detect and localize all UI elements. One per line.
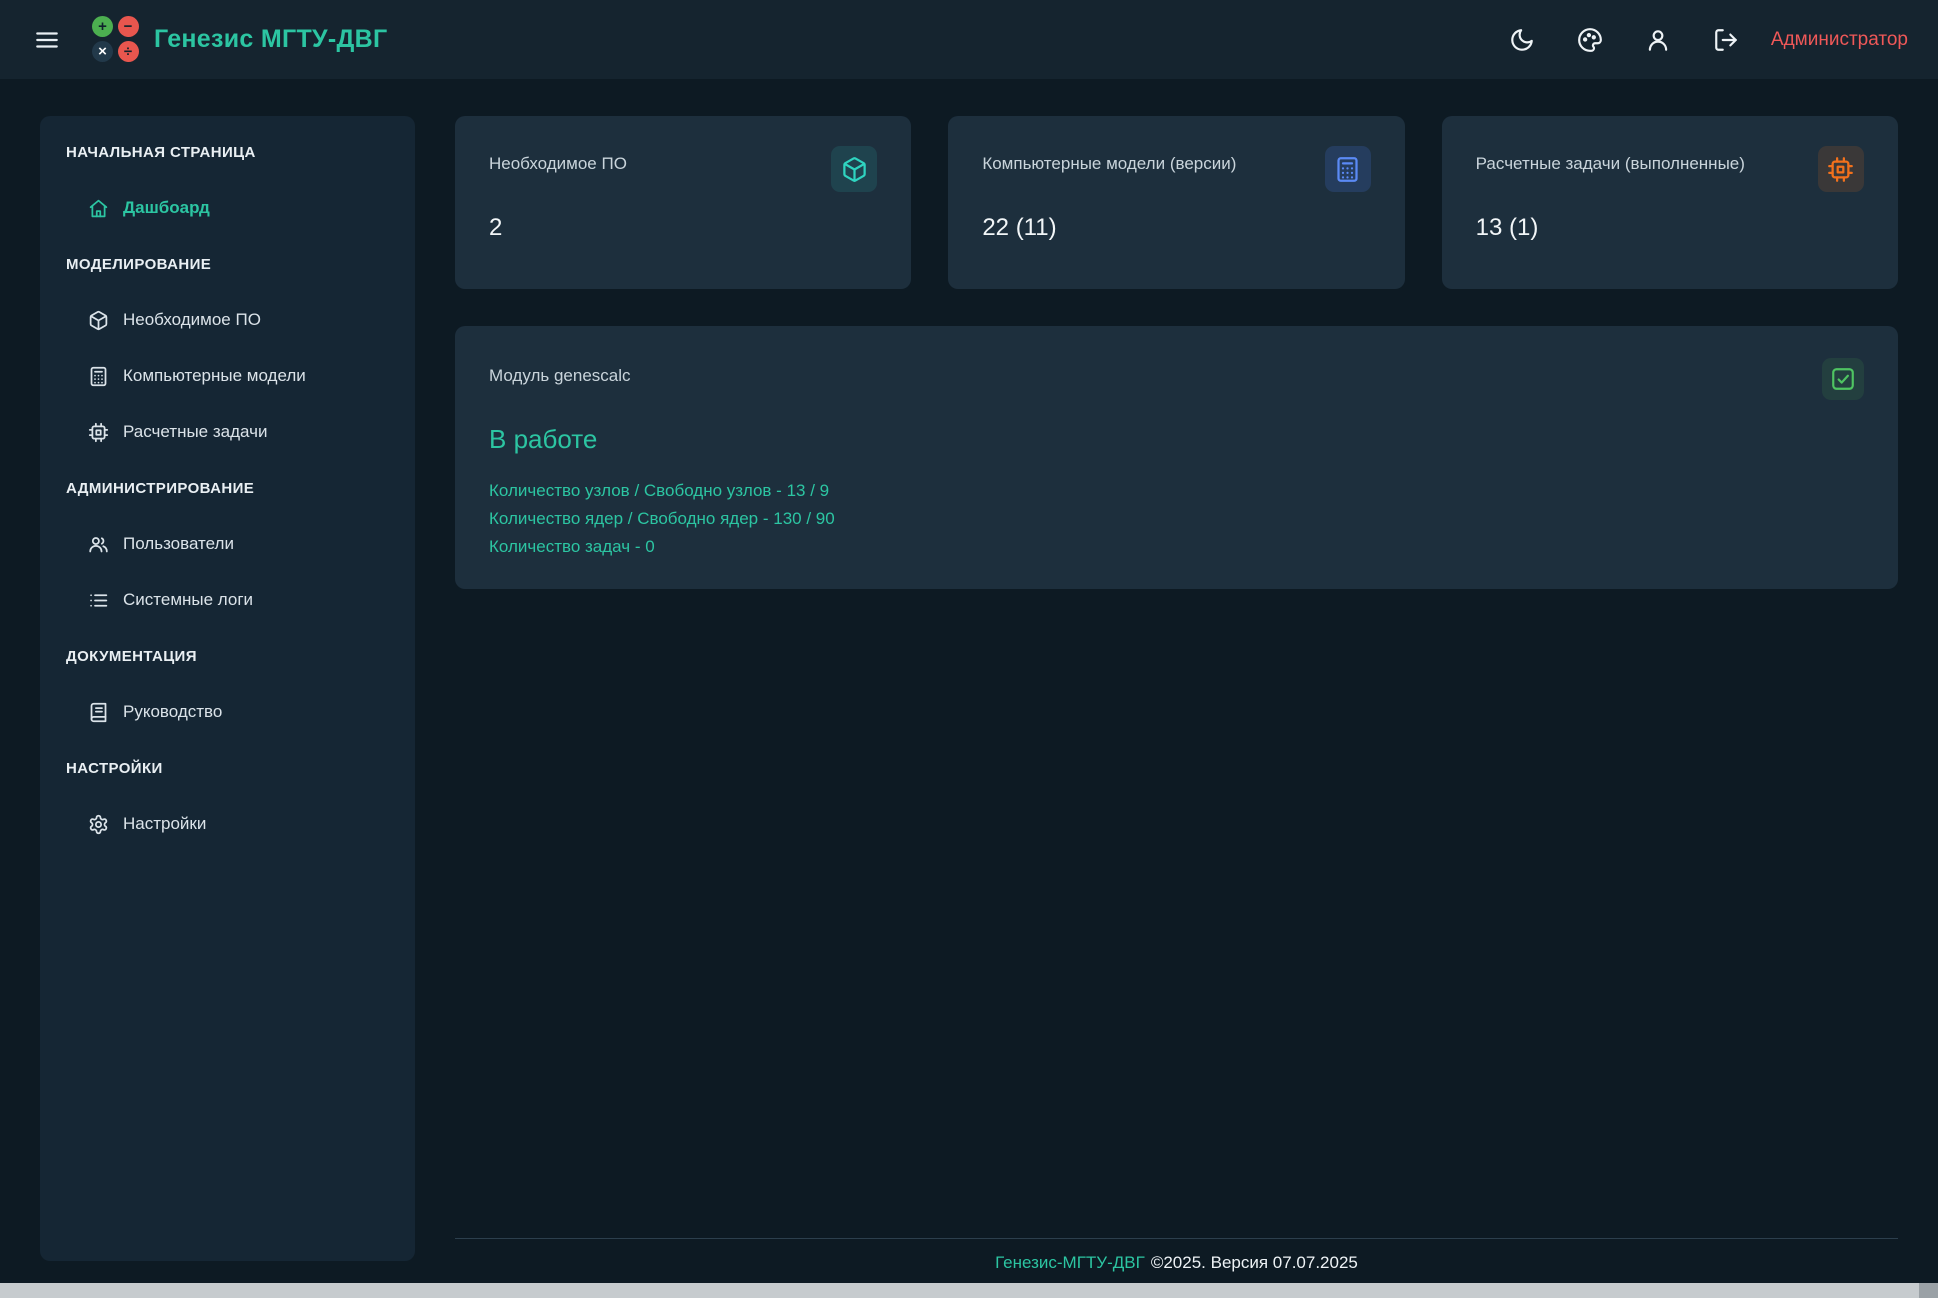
book-icon: [88, 702, 109, 723]
check-square-icon: [1822, 358, 1864, 400]
sidebar-item-manual[interactable]: Руководство: [66, 684, 389, 740]
sidebar-item-label: Системные логи: [123, 590, 254, 609]
sidebar-item-label: Компьютерные модели: [123, 366, 306, 385]
module-card-genescalc: Модуль genescalc В работе Количество узл…: [455, 326, 1898, 589]
sidebar: НАЧАЛЬНАЯ СТРАНИЦА Дашбоард МОДЕЛИРОВАНИ…: [40, 116, 415, 1261]
sidebar-item-label: Руководство: [123, 702, 223, 721]
sidebar-section-documentation: ДОКУМЕНТАЦИЯ: [66, 647, 197, 665]
app-title: Генезис МГТУ-ДВГ: [154, 25, 388, 53]
calculator-icon: [88, 366, 109, 387]
sidebar-item-label: Настройки: [123, 814, 207, 833]
logo-times-circle: ×: [92, 41, 113, 62]
module-stat-nodes: Количество узлов / Свободно узлов - 13 /…: [489, 481, 830, 500]
sidebar-item-label: Дашбоард: [123, 198, 210, 217]
footer-copyright: ©2025. Версия 07.07.2025: [1150, 1253, 1358, 1272]
horizontal-scrollbar[interactable]: [0, 1283, 1938, 1298]
home-icon: [88, 198, 109, 219]
sidebar-item-system-logs[interactable]: Системные логи: [66, 572, 389, 628]
footer-brand: Генезис-МГТУ-ДВГ: [995, 1253, 1145, 1272]
logo-divide-circle: ÷: [117, 41, 139, 62]
sidebar-item-computer-models[interactable]: Компьютерные модели: [66, 348, 389, 404]
user-icon[interactable]: [1645, 27, 1671, 53]
cpu-icon: [88, 422, 109, 443]
list-icon: [88, 590, 109, 611]
stat-label: Расчетные задачи (выполненные): [1475, 154, 1745, 173]
stat-card-calc-tasks: Расчетные задачи (выполненные) 13 (1): [1441, 116, 1898, 289]
stat-value: 22 (11): [982, 214, 1057, 241]
stat-label: Необходимое ПО: [489, 154, 627, 173]
users-icon: [88, 534, 109, 555]
stat-card-software: Необходимое ПО 2: [455, 116, 912, 289]
sidebar-section-home: НАЧАЛЬНАЯ СТРАНИЦА: [66, 143, 256, 161]
sidebar-item-label: Расчетные задачи: [123, 422, 268, 441]
stat-value: 13 (1): [1475, 214, 1539, 241]
package-icon: [88, 310, 109, 331]
sidebar-section-settings: НАСТРОЙКИ: [66, 759, 163, 777]
sidebar-item-label: Пользователи: [123, 534, 234, 553]
content-area: НАЧАЛЬНАЯ СТРАНИЦА Дашбоард МОДЕЛИРОВАНИ…: [0, 79, 1938, 1283]
module-stat-tasks: Количество задач - 0: [489, 537, 655, 556]
moon-icon[interactable]: [1509, 27, 1535, 53]
horizontal-scrollbar-thumb[interactable]: [0, 1283, 1919, 1298]
app-logo[interactable]: + − × ÷: [92, 15, 140, 64]
sidebar-section-modeling: МОДЕЛИРОВАНИЕ: [66, 255, 212, 273]
sidebar-item-software[interactable]: Необходимое ПО: [66, 292, 389, 348]
stat-label: Компьютерные модели (версии): [982, 154, 1237, 173]
stats-row: Необходимое ПО 2 Компьютерные модели (ве…: [455, 116, 1898, 289]
stat-card-computer-models: Компьютерные модели (версии) 22 (11): [948, 116, 1405, 289]
footer: Генезис-МГТУ-ДВГ ©2025. Версия 07.07.2025: [455, 1238, 1898, 1283]
sidebar-item-dashboard[interactable]: Дашбоард: [66, 180, 389, 236]
sidebar-item-users[interactable]: Пользователи: [66, 516, 389, 572]
cpu-icon: [1817, 146, 1864, 192]
user-role-label: Администратор: [1770, 28, 1908, 50]
header-actions: Администратор: [1509, 27, 1908, 53]
module-stats: Количество узлов / Свободно узлов - 13 /…: [489, 477, 1864, 561]
logo-minus-circle: −: [117, 15, 139, 37]
sidebar-item-calc-tasks[interactable]: Расчетные задачи: [66, 404, 389, 460]
sidebar-item-label: Необходимое ПО: [123, 310, 261, 329]
main-panel: Необходимое ПО 2 Компьютерные модели (ве…: [455, 116, 1898, 1283]
palette-icon[interactable]: [1577, 27, 1603, 53]
package-icon: [831, 146, 878, 192]
gear-icon: [88, 814, 109, 835]
module-title: Модуль genescalc: [489, 366, 631, 385]
menu-icon[interactable]: [30, 27, 64, 53]
logo-plus-circle: +: [92, 15, 113, 37]
sidebar-section-administration: АДМИНИСТРИРОВАНИЕ: [66, 479, 255, 497]
module-status: В работе: [489, 424, 598, 454]
calculator-icon: [1324, 146, 1371, 192]
stat-value: 2: [489, 214, 503, 241]
module-stat-cores: Количество ядер / Свободно ядер - 130 / …: [489, 509, 835, 528]
app-header: + − × ÷ Генезис МГТУ-ДВГ Администратор: [0, 0, 1938, 79]
logout-icon[interactable]: [1713, 27, 1739, 53]
sidebar-item-settings[interactable]: Настройки: [66, 796, 389, 852]
